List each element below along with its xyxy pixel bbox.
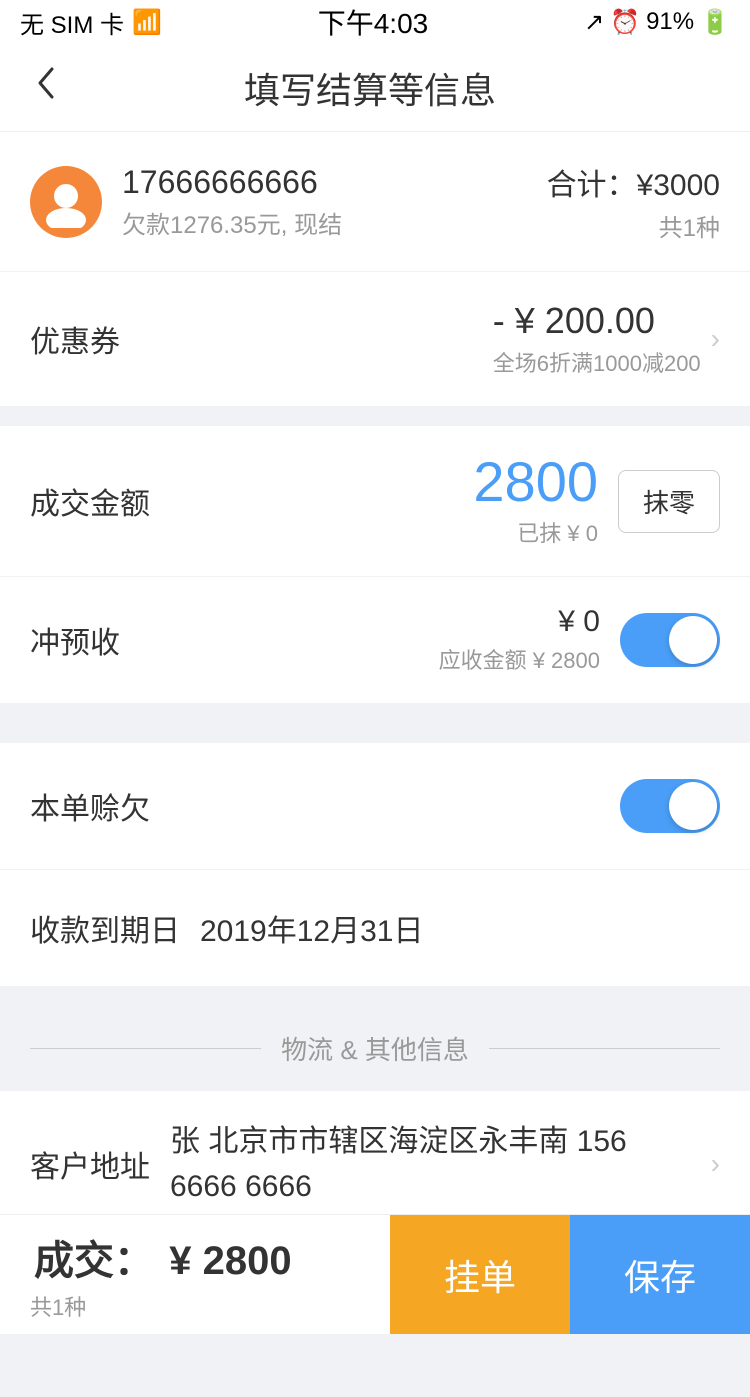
customer-phone: 17666666666 [122, 164, 342, 201]
precharge-row: 冲预收 ¥ 0 应收金额 ¥ 2800 [0, 576, 750, 703]
precharge-amount: ¥ 0 应收金额 ¥ 2800 [439, 605, 600, 675]
address-value: 张 北京市市辖区海淀区永丰南 156 6666 6666 [170, 1119, 691, 1209]
total-amount: 合计：¥3000 [547, 160, 720, 204]
logistics-line-left [30, 1048, 261, 1049]
deal-amount-label: 成交金额 [30, 479, 150, 523]
debt-toggle[interactable] [620, 779, 720, 833]
bottom-actions: 挂单 保存 [390, 1215, 750, 1334]
nav-bar: 填写结算等信息 [0, 44, 750, 132]
location-icon: ↗ [584, 8, 604, 37]
address-chevron-icon: › [711, 1148, 720, 1180]
coupon-info: - ¥ 200.00 全场6折满1000减200 [493, 300, 701, 378]
customer-sub-text: 欠款1276.35元, 现结 [122, 205, 342, 240]
debt-row: 本单赊欠 [0, 743, 750, 869]
status-left: 无 SIM 卡 📶 [20, 5, 162, 40]
hold-button[interactable]: 挂单 [390, 1215, 570, 1334]
sim-status: 无 SIM 卡 [20, 5, 124, 40]
round-off-button[interactable]: 抹零 [618, 470, 720, 533]
debt-toggle-knob [669, 782, 717, 830]
bottom-bar: 成交： ¥ 2800 共1种 挂单 保存 [0, 1214, 750, 1334]
precharge-toggle[interactable] [620, 613, 720, 667]
battery-icon: 🔋 [700, 8, 730, 37]
wifi-icon: 📶 [132, 8, 162, 37]
precharge-right: ¥ 0 应收金额 ¥ 2800 [439, 605, 720, 675]
avatar [30, 166, 102, 238]
section-gap-1 [0, 406, 750, 426]
deal-amount-right: 2800 已抹 ¥ 0 抹零 [473, 454, 720, 548]
page-title: 填写结算等信息 [80, 62, 660, 114]
address-label: 客户地址 [30, 1142, 150, 1186]
customer-left: 17666666666 欠款1276.35元, 现结 [30, 164, 342, 240]
status-time: 下午4:03 [318, 2, 429, 42]
status-right: ↗ ⏰ 91% 🔋 [584, 8, 730, 37]
back-button[interactable] [30, 61, 80, 114]
total-count: 共1种 [547, 208, 720, 243]
bottom-deal-label: 成交： [34, 1239, 154, 1283]
toggle-knob [669, 616, 717, 664]
bottom-summary: 成交： ¥ 2800 共1种 [0, 1228, 390, 1322]
amount-info: 2800 已抹 ¥ 0 [473, 454, 598, 548]
coupon-row[interactable]: 优惠券 - ¥ 200.00 全场6折满1000减200 › [0, 271, 750, 406]
coupon-description: 全场6折满1000减200 [493, 346, 701, 378]
debt-label: 本单赊欠 [30, 784, 150, 828]
bottom-deal-amount: ¥ 2800 [169, 1239, 291, 1283]
section-gap-3 [0, 986, 750, 1006]
duedate-row: 收款到期日 2019年12月31日 [0, 869, 750, 986]
logistics-title: 物流 & 其他信息 [281, 1030, 469, 1067]
customer-right: 合计：¥3000 共1种 [547, 160, 720, 243]
customer-info: 17666666666 欠款1276.35元, 现结 [122, 164, 342, 240]
coupon-discount: - ¥ 200.00 [493, 300, 701, 342]
save-button[interactable]: 保存 [570, 1215, 750, 1334]
precharge-sub: 应收金额 ¥ 2800 [439, 643, 600, 675]
alarm-icon: ⏰ [610, 8, 640, 37]
coupon-label: 优惠券 [30, 317, 120, 361]
customer-card: 17666666666 欠款1276.35元, 现结 合计：¥3000 共1种 [0, 132, 750, 271]
logistics-header: 物流 & 其他信息 [0, 1006, 750, 1091]
bottom-count: 共1种 [30, 1290, 360, 1322]
section-gap-2 [0, 703, 750, 723]
logistics-line-right [489, 1048, 720, 1049]
chevron-right-icon: › [711, 323, 720, 355]
duedate-label: 收款到期日 [30, 906, 180, 950]
bottom-deal-row: 成交： ¥ 2800 [30, 1228, 360, 1286]
duedate-value: 2019年12月31日 [200, 906, 423, 950]
battery-percent: 91% [646, 8, 694, 36]
precharge-label: 冲预收 [30, 618, 120, 662]
status-bar: 无 SIM 卡 📶 下午4:03 ↗ ⏰ 91% 🔋 [0, 0, 750, 44]
coupon-right: - ¥ 200.00 全场6折满1000减200 › [493, 300, 720, 378]
deal-amount-sub: 已抹 ¥ 0 [473, 516, 598, 548]
deal-amount-value: 2800 [473, 454, 598, 510]
precharge-value: ¥ 0 [439, 605, 600, 639]
deal-amount-row: 成交金额 2800 已抹 ¥ 0 抹零 [0, 426, 750, 576]
